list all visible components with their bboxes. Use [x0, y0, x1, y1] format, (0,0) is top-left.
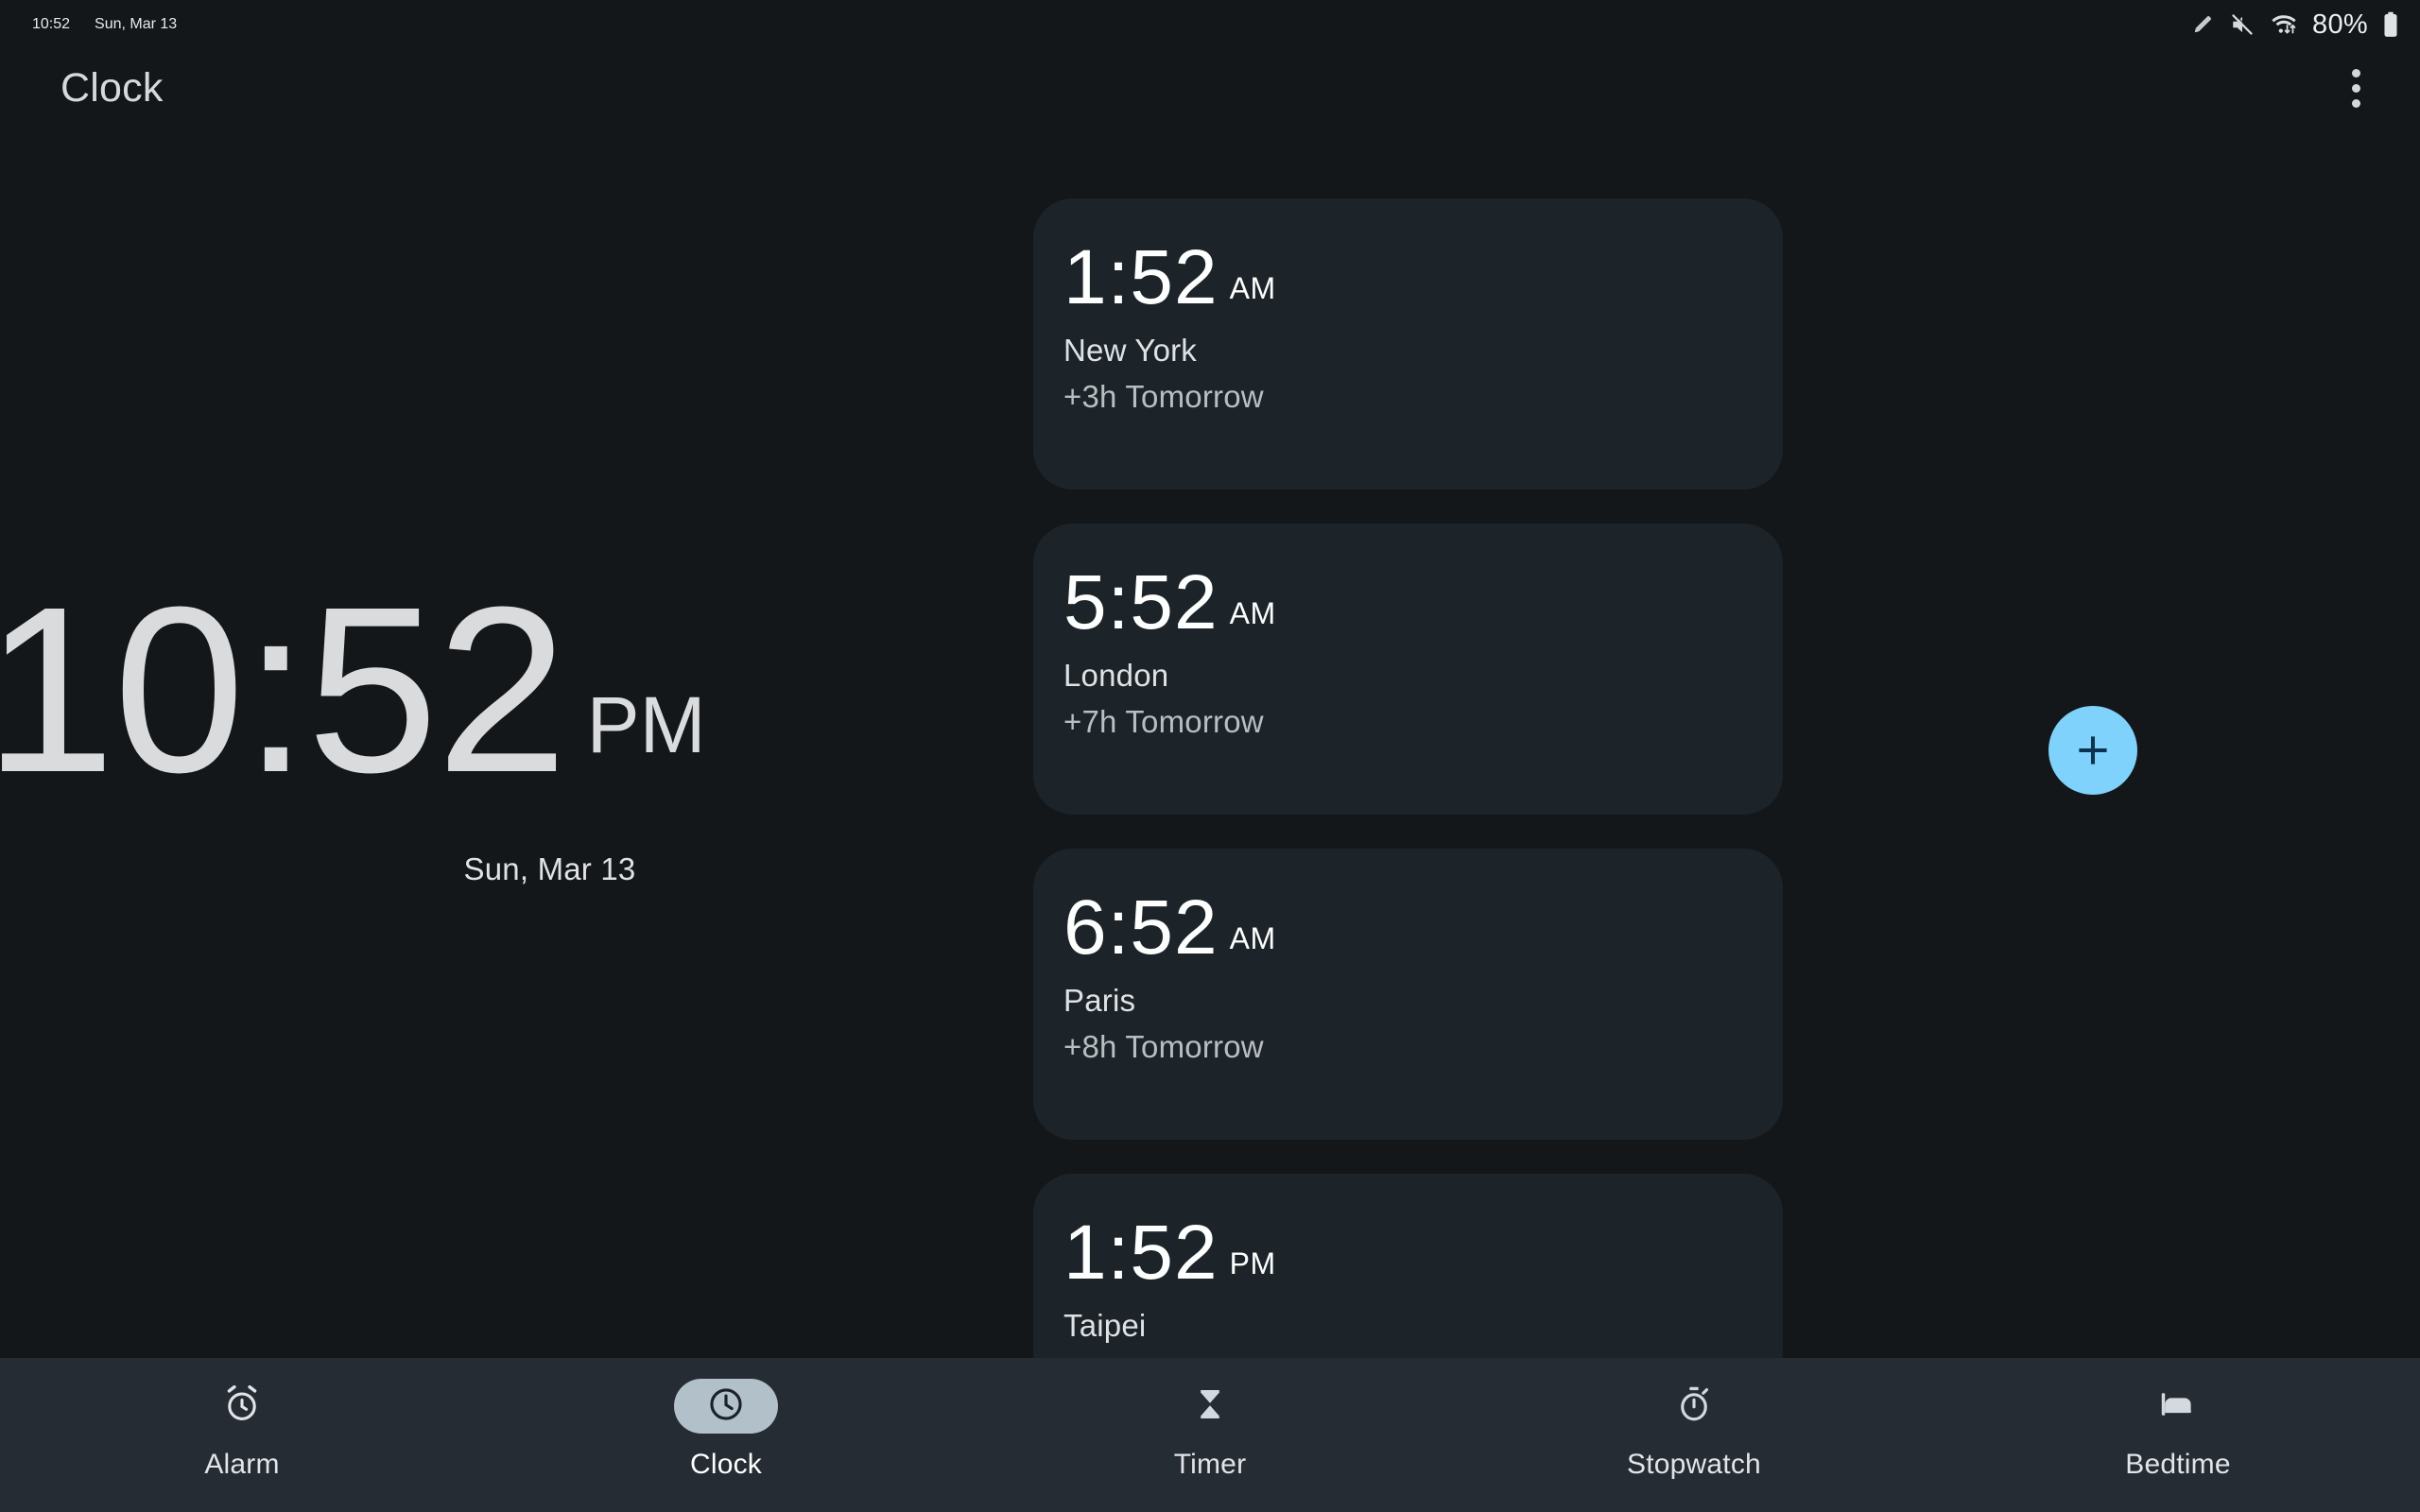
nav-label-clock: Clock [689, 1449, 762, 1480]
volume-mute-icon [2229, 12, 2256, 37]
world-clock-time: 6:52 [1063, 885, 1219, 971]
main-clock-ampm: PM [586, 680, 706, 769]
world-clock-list[interactable]: 1:52 AM New York +3h Tomorrow 5:52 AM Lo… [1033, 198, 1783, 1391]
world-clock-time: 1:52 [1063, 1210, 1219, 1296]
nav-pill [1158, 1379, 1262, 1434]
bed-icon [2157, 1383, 2199, 1430]
nav-item-bedtime[interactable]: Bedtime [1936, 1379, 2420, 1481]
world-clock-ampm: AM [1229, 596, 1276, 631]
hourglass-icon [1190, 1384, 1230, 1429]
world-clock-offset: +8h Tomorrow [1063, 1029, 1264, 1065]
bottom-navigation-bar: Alarm Clock Timer Stopwatch Bedtime [0, 1358, 2420, 1512]
world-clock-time: 1:52 [1063, 234, 1219, 320]
main-clock-time: 10:52 [0, 558, 568, 821]
nav-label-timer: Timer [1173, 1449, 1247, 1480]
clock-icon [706, 1384, 746, 1429]
world-clock-offset: +3h Tomorrow [1063, 379, 1264, 415]
world-clock-card[interactable]: 5:52 AM London +7h Tomorrow [1033, 524, 1783, 815]
nav-pill [1642, 1379, 1746, 1434]
status-bar-time: 10:52 [32, 16, 71, 32]
app-bar: Clock [0, 49, 2420, 127]
world-clock-city: London [1063, 658, 1169, 694]
nav-item-alarm[interactable]: Alarm [0, 1379, 484, 1481]
overflow-dot [2351, 98, 2360, 108]
battery-percent-label: 80% [2312, 9, 2368, 40]
nav-pill [2126, 1379, 2230, 1434]
world-clock-city: New York [1063, 333, 1198, 369]
overflow-menu-icon[interactable] [2327, 60, 2384, 116]
world-clock-offset: +7h Tomorrow [1063, 704, 1264, 740]
nav-item-stopwatch[interactable]: Stopwatch [1452, 1379, 1936, 1481]
plus-icon [2073, 730, 2113, 770]
main-clock-date: Sun, Mar 13 [463, 851, 636, 886]
nav-label-bedtime: Bedtime [2125, 1449, 2231, 1480]
status-bar: 10:52 Sun, Mar 13 80% [0, 0, 2420, 49]
world-clock-city: Paris [1063, 983, 1136, 1019]
world-clock-card[interactable]: 6:52 AM Paris +8h Tomorrow [1033, 849, 1783, 1140]
world-clock-time-row: 5:52 AM [1063, 559, 1783, 645]
nav-label-stopwatch: Stopwatch [1627, 1449, 1761, 1480]
world-clock-time-row: 1:52 PM [1063, 1210, 1783, 1296]
main-clock-panel: 10:52 PM Sun, Mar 13 [0, 127, 1033, 1358]
status-bar-date: Sun, Mar 13 [95, 16, 178, 32]
world-clock-city: Taipei [1063, 1308, 1147, 1344]
status-bar-right: 80% [2191, 9, 2399, 41]
overflow-dot [2351, 68, 2360, 77]
world-clock-time-row: 6:52 AM [1063, 885, 1783, 971]
world-clock-time-row: 1:52 AM [1063, 234, 1783, 320]
status-bar-left: 10:52 Sun, Mar 13 [32, 16, 177, 33]
battery-icon [2382, 11, 2399, 38]
overflow-dot [2351, 83, 2360, 93]
world-clock-ampm: PM [1229, 1246, 1276, 1281]
wifi-icon [2269, 12, 2299, 37]
world-clock-ampm: AM [1229, 921, 1276, 956]
add-city-fab[interactable] [2048, 706, 2137, 795]
world-clock-time: 5:52 [1063, 559, 1219, 645]
nav-item-timer[interactable]: Timer [968, 1379, 1452, 1481]
world-clock-ampm: AM [1229, 271, 1276, 306]
nav-pill-active [674, 1379, 778, 1434]
stopwatch-icon [1674, 1384, 1714, 1429]
alarm-icon [221, 1383, 263, 1430]
stylus-icon [2191, 12, 2216, 37]
page-title: Clock [60, 64, 164, 111]
clock-app-screen: 10:52 Sun, Mar 13 80% Clock 10:52 PM Sun… [0, 0, 2420, 1512]
nav-item-clock[interactable]: Clock [484, 1379, 968, 1481]
nav-pill [190, 1379, 294, 1434]
main-clock-time-row: 10:52 PM [0, 558, 1027, 821]
world-clock-card[interactable]: 1:52 AM New York +3h Tomorrow [1033, 198, 1783, 490]
nav-label-alarm: Alarm [204, 1449, 280, 1480]
